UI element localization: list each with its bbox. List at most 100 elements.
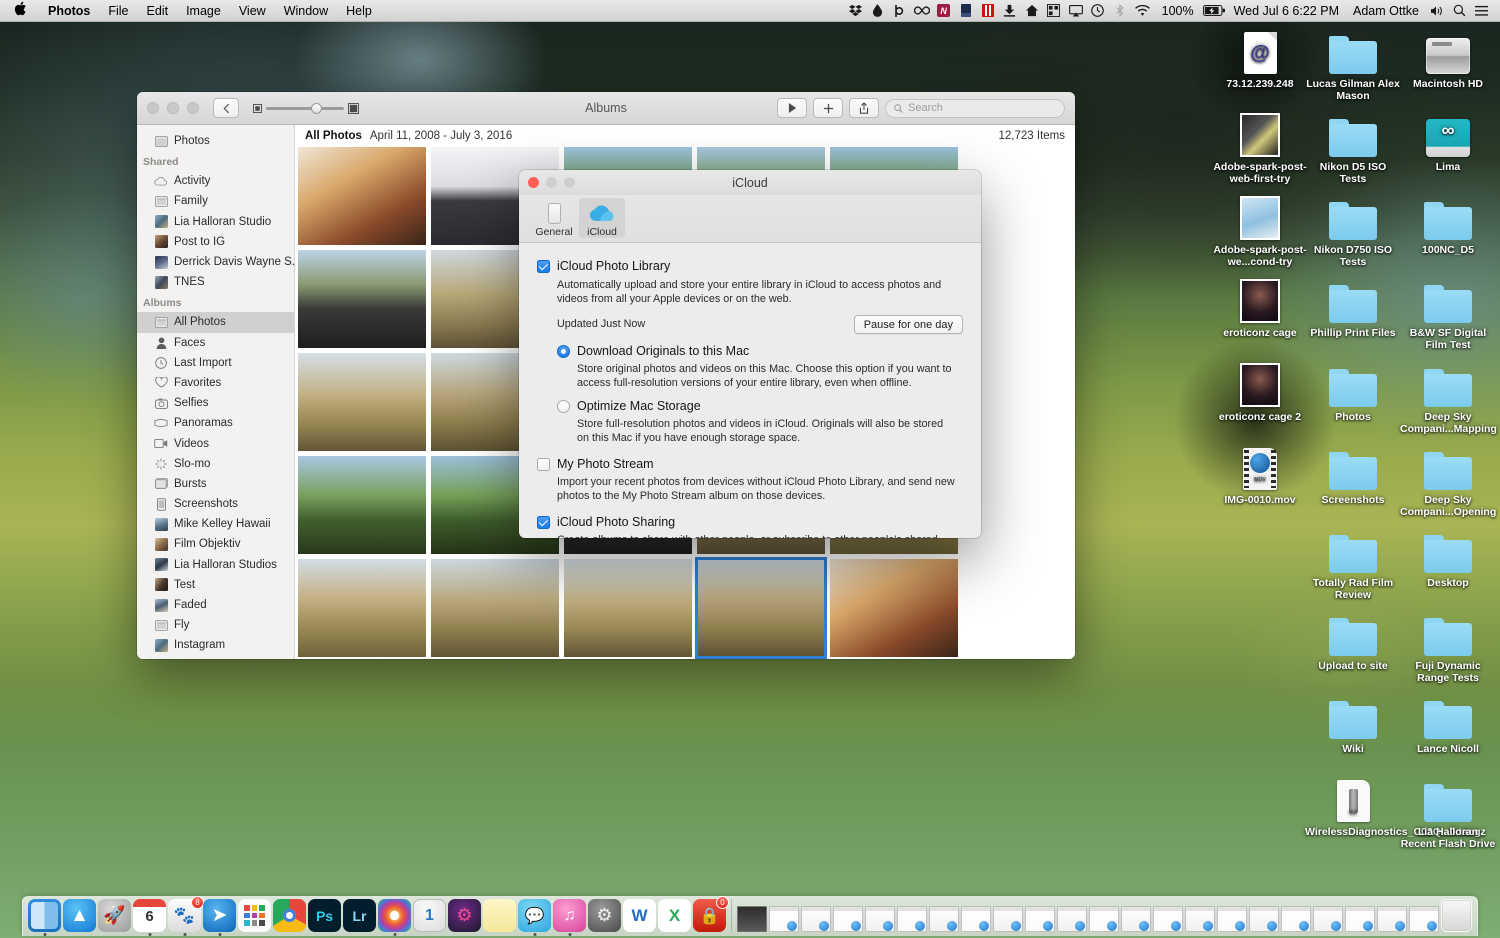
photo-thumbnail[interactable] (298, 456, 426, 554)
messages-icon[interactable]: 💬 (518, 899, 551, 936)
desktop-icon[interactable]: GZ WirelessDiagnostics_C02Q...0.tar.gz (1305, 770, 1486, 838)
dropbox-house-icon[interactable] (1021, 0, 1043, 22)
desktop-icon[interactable]: Lia Halloran Recent Flash Drive (1400, 770, 1496, 850)
slider-knob[interactable] (311, 102, 322, 114)
menu-window[interactable]: Window (275, 0, 337, 22)
sidebar-item-videos[interactable]: Videos (137, 433, 294, 453)
launchpad-icon[interactable]: 🚀 (98, 899, 131, 932)
backblaze-icon[interactable] (889, 0, 911, 22)
sidebar-item-derrick-davis-wayne-s[interactable]: Derrick Davis Wayne S... (137, 252, 294, 272)
calendar-icon[interactable]: 6 (133, 899, 166, 936)
photoshop-icon[interactable]: Ps (308, 899, 341, 932)
timemachine-icon[interactable] (1087, 0, 1109, 22)
desktop-icon[interactable]: Adobe-spark-post-web-first-try (1212, 105, 1308, 185)
minimized-window[interactable] (1185, 906, 1215, 932)
zoom-button[interactable] (187, 102, 199, 114)
bluetooth-icon[interactable] (1109, 0, 1131, 22)
icloud-photo-library-row[interactable]: iCloud Photo Library (537, 259, 963, 273)
desktop-icon[interactable]: Photos (1305, 355, 1401, 423)
download-originals-row[interactable]: Download Originals to this Mac (557, 344, 963, 358)
droplet-icon[interactable] (867, 0, 889, 22)
tab-icloud[interactable]: iCloud (579, 198, 625, 238)
back-button[interactable] (213, 98, 239, 118)
desktop-icon[interactable]: Adobe-spark-post-we...cond-try (1212, 188, 1308, 268)
battery-charging-icon[interactable] (1201, 0, 1227, 22)
desktop-icon[interactable]: Deep Sky Compani...Opening (1400, 438, 1496, 518)
minimized-window[interactable] (1057, 906, 1087, 932)
photos-icon[interactable] (378, 899, 411, 936)
clock-datetime[interactable]: Wed Jul 6 6:22 PM (1227, 4, 1346, 18)
download-icon[interactable] (999, 0, 1021, 22)
desktop-icon[interactable]: Macintosh HD (1400, 22, 1496, 90)
desktop-icon[interactable]: eroticonz cage 2 (1212, 355, 1308, 423)
minimized-window[interactable] (961, 906, 991, 932)
menu-edit[interactable]: Edit (138, 0, 178, 22)
app-store-icon[interactable]: ▲ (63, 899, 96, 932)
photo-thumbnail[interactable] (431, 559, 559, 657)
search-icon[interactable] (1448, 0, 1470, 22)
minimized-window[interactable] (897, 906, 927, 932)
desktop-icon[interactable]: Upload to site (1305, 604, 1401, 672)
download-originals-radio[interactable] (557, 345, 570, 358)
desktop-icon[interactable]: Deep Sky Compani...Mapping (1400, 355, 1497, 435)
sidebar-item-instagram[interactable]: Instagram (137, 635, 294, 655)
desktop-icon[interactable]: @73.12.239.248 (1212, 22, 1308, 90)
minimized-window[interactable] (1377, 906, 1407, 932)
notes-icon[interactable] (483, 899, 516, 932)
desktop-icon[interactable]: Lucas Gilman Alex Mason (1305, 22, 1401, 102)
safari-icon[interactable]: ➤ (203, 899, 236, 936)
sidebar-item-favorites[interactable]: Favorites (137, 373, 294, 393)
grid-icon[interactable] (1043, 0, 1065, 22)
lock-icon[interactable]: 🔒 0 (693, 896, 729, 932)
my-photo-stream-checkbox[interactable] (537, 458, 550, 471)
sidebar-item-test[interactable]: Test (137, 575, 294, 595)
thumbnail-size-slider[interactable] (253, 102, 359, 114)
menu-help[interactable]: Help (337, 0, 381, 22)
desktop-icon[interactable]: Fuji Dynamic Range Tests (1400, 604, 1496, 684)
desktop-icon[interactable]: 100NC_D5 (1400, 188, 1496, 256)
dropbox-icon[interactable] (845, 0, 867, 22)
minimized-window[interactable] (1153, 906, 1183, 932)
minimized-window[interactable] (1089, 906, 1119, 932)
photos-sidebar[interactable]: Photos Shared Activity Family Lia Halloran S… (137, 125, 295, 659)
sidebar-item-activity[interactable]: Activity (137, 171, 294, 191)
photo-thumbnail-selected[interactable] (695, 557, 827, 659)
sidebar-item-family[interactable]: Family (137, 191, 294, 211)
sidebar-item-selfies[interactable]: Selfies (137, 393, 294, 413)
photo-thumbnail[interactable] (830, 559, 958, 657)
photo-thumbnail[interactable] (298, 250, 426, 348)
sidebar-item-slo-mo[interactable]: Slo-mo (137, 454, 294, 474)
chrome-icon[interactable] (273, 899, 306, 932)
sidebar-item-panoramas[interactable]: Panoramas (137, 413, 294, 433)
desktop-icon[interactable]: Nikon D750 ISO Tests (1305, 188, 1401, 268)
desktop-icon[interactable]: ∞ Lima (1400, 105, 1496, 173)
optimize-storage-radio[interactable] (557, 400, 570, 413)
menu-image[interactable]: Image (177, 0, 230, 22)
minimize-button[interactable] (167, 102, 179, 114)
airplay-icon[interactable] (1065, 0, 1087, 22)
sidebar-item-screenshots[interactable]: Screenshots (137, 494, 294, 514)
slideshow-play-button[interactable] (777, 98, 807, 118)
sidebar-item-faces[interactable]: Faces (137, 333, 294, 353)
sidebar-item-tnes[interactable]: TNES (137, 272, 294, 292)
minimized-window[interactable] (1313, 906, 1343, 932)
icloud-photo-sharing-checkbox[interactable] (537, 516, 550, 529)
minimized-window[interactable] (769, 906, 799, 932)
desktop-icon[interactable]: Desktop (1400, 521, 1496, 589)
menu-photos[interactable]: Photos (39, 0, 99, 22)
desktop-icon[interactable]: eroticonz cage (1212, 271, 1308, 339)
minimized-window[interactable] (865, 906, 895, 932)
pause-sync-button[interactable]: Pause for one day (853, 315, 963, 334)
settings-gear-icon[interactable]: ⚙ (448, 899, 481, 932)
photo-thumbnail[interactable] (298, 147, 426, 245)
notification-center-icon[interactable] (1470, 0, 1492, 22)
my-photo-stream-row[interactable]: My Photo Stream (537, 457, 963, 471)
apple-logo-icon[interactable] (0, 1, 39, 18)
slider-track[interactable] (266, 102, 344, 114)
sidebar-item-lia-halloran-studio[interactable]: Lia Halloran Studio (137, 212, 294, 232)
desktop-icon[interactable]: Screenshots (1305, 438, 1401, 506)
add-button[interactable] (813, 98, 843, 118)
photo-thumbnail[interactable] (298, 559, 426, 657)
mail-icon[interactable]: 🐾 8 (168, 896, 204, 936)
minimized-window[interactable] (1409, 906, 1439, 932)
